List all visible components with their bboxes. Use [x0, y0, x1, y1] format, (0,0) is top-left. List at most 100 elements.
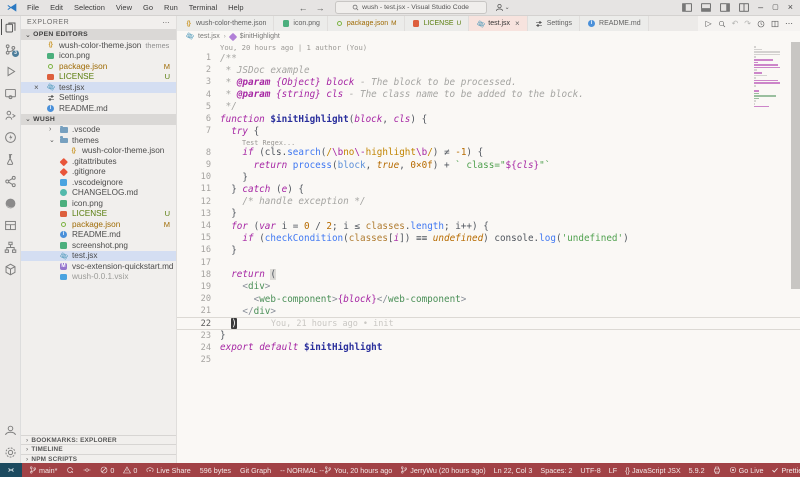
forward-arrow-icon[interactable]: →: [316, 3, 325, 13]
tab-package.json[interactable]: package.json M: [327, 16, 405, 31]
run-debug-icon[interactable]: [1, 63, 19, 79]
restore-button[interactable]: ▢: [772, 3, 779, 12]
list-item-icon.png[interactable]: icon.png: [21, 198, 176, 209]
profile-avatar[interactable]: ⌄: [495, 3, 510, 12]
status-item-git-graph[interactable]: Git Graph: [240, 466, 271, 475]
list-item-CHANGELOG.md[interactable]: CHANGELOG.md: [21, 188, 176, 199]
status-item-go-live[interactable]: Go Live: [729, 466, 763, 475]
history-icon[interactable]: [757, 20, 765, 28]
menu-help[interactable]: Help: [223, 3, 248, 12]
status-item-596-bytes[interactable]: 596 bytes: [200, 466, 231, 475]
status-item-ln-22-col-3[interactable]: Ln 22, Col 3: [494, 466, 533, 475]
list-item-themes[interactable]: ⌄ themes: [21, 135, 176, 146]
tab-test.jsx[interactable]: test.jsx ×: [469, 16, 528, 31]
code-line-15[interactable]: 15 if (checkCondition(classes[i]) ≡≡ und…: [177, 232, 800, 244]
share-icon[interactable]: [1, 173, 19, 189]
status-item-jerrywu-20-hours-ago[interactable]: JerryWu (20 hours ago): [400, 466, 486, 475]
status-item-prettier[interactable]: Prettier: [771, 466, 800, 475]
status-item-main[interactable]: main*: [29, 466, 57, 475]
tab-wush-color-theme.json[interactable]: {} wush-color-theme.json: [177, 16, 275, 31]
tab-README.md[interactable]: i README.md: [580, 16, 649, 31]
status-item-you-20-hours-ago[interactable]: You, 20 hours ago: [324, 466, 392, 475]
status-item-javascript-jsx[interactable]: {} JavaScript JSX: [625, 466, 681, 475]
code-line-11[interactable]: 11 } catch (e) {: [177, 183, 800, 195]
code-line-12[interactable]: 12 /* handle exception */: [177, 196, 800, 208]
edge-tools-icon[interactable]: [1, 195, 19, 211]
code-line-3[interactable]: 3 * @param {Object} block - The block to…: [177, 76, 800, 88]
menu-edit[interactable]: Edit: [45, 3, 68, 12]
list-item-icon.png[interactable]: icon.png: [21, 51, 176, 62]
status-item-sync[interactable]: [66, 466, 74, 474]
menu-go[interactable]: Go: [138, 3, 158, 12]
live-share-icon[interactable]: [1, 107, 19, 123]
list-item-README.md[interactable]: i README.md: [21, 230, 176, 241]
list-item-wush-color-theme.json[interactable]: {} wush-color-theme.json themes: [21, 40, 176, 51]
testing-icon[interactable]: [1, 151, 19, 167]
explorer-icon[interactable]: [0, 19, 20, 35]
menu-bar[interactable]: File Edit Selection View Go Run Terminal Help: [22, 3, 249, 12]
status-item-0[interactable]: 0: [123, 466, 137, 475]
list-item-wush-0.0.1.vsix[interactable]: wush-0.0.1.vsix: [21, 272, 176, 283]
workspace-header[interactable]: ⌄ WUSH: [21, 113, 176, 125]
back-arrow-icon[interactable]: ←: [299, 3, 308, 13]
list-item-test.jsx[interactable]: × test.jsx: [21, 82, 176, 93]
code-line-23[interactable]: 23}: [177, 330, 800, 342]
list-item-Settings[interactable]: Settings: [21, 93, 176, 104]
minimize-button[interactable]: –: [758, 3, 763, 12]
code-line-6[interactable]: 6 function $initHighlight(block, cls) {: [177, 113, 800, 125]
list-item-.gitattributes[interactable]: .gitattributes: [21, 156, 176, 167]
open-editors-header[interactable]: ⌄ OPEN EDITORS: [21, 29, 176, 40]
list-item-.vscodeignore[interactable]: .vscodeignore: [21, 177, 176, 188]
code-line-9[interactable]: 9 return process(block, true, 0×0f) + ` …: [177, 159, 800, 171]
close-button[interactable]: ×: [788, 3, 793, 12]
panel-bookmarks-explorer[interactable]: › BOOKMARKS: EXPLORER: [21, 434, 176, 445]
list-item-vsc-extension-quickstart.md[interactable]: Mvsc-extension-quickstart.md: [21, 261, 176, 272]
menu-run[interactable]: Run: [159, 3, 183, 12]
package-cube-icon[interactable]: [1, 261, 19, 277]
status-item-commit[interactable]: [83, 466, 91, 474]
menu-terminal[interactable]: Terminal: [184, 3, 222, 12]
status-item-0[interactable]: 0: [100, 466, 114, 475]
panel-timeline[interactable]: › TIMELINE: [21, 444, 176, 454]
code-line-24[interactable]: 24 export default $initHighlight: [177, 342, 800, 354]
codelens-authors[interactable]: You, 20 hours ago | 1 author (You): [177, 42, 800, 52]
status-item-5-9-2[interactable]: 5.9.2: [689, 466, 705, 475]
customize-layout-icon[interactable]: [739, 3, 749, 12]
account-icon[interactable]: [1, 422, 19, 438]
status-item-spaces-2[interactable]: Spaces: 2: [540, 466, 572, 475]
search-editor-icon[interactable]: [718, 20, 726, 28]
list-item-wush-color-theme.json[interactable]: {} wush-color-theme.json: [21, 146, 176, 157]
run-icon[interactable]: ▷: [705, 19, 711, 28]
code-line-20[interactable]: 20 <web-component>{block}</web-component…: [177, 293, 800, 305]
list-item-package.json[interactable]: package.json M: [21, 61, 176, 72]
list-item-README.md[interactable]: i README.md: [21, 103, 176, 114]
list-item-.gitignore[interactable]: .gitignore: [21, 167, 176, 178]
code-line-8[interactable]: 8 if (cls.search(/\bno\-highlight\b/) ≠ …: [177, 147, 800, 159]
list-item-.vscode[interactable]: › .vscode: [21, 125, 176, 136]
code-editor[interactable]: You, 20 hours ago | 1 author (You) 1/** 2…: [177, 42, 800, 464]
menu-selection[interactable]: Selection: [69, 3, 110, 12]
table-icon[interactable]: [1, 217, 19, 233]
tab-LICENSE[interactable]: LICENSE U: [404, 16, 470, 31]
remote-indicator[interactable]: [0, 463, 22, 477]
code-line-22[interactable]: 22 ) You, 21 hours ago • init: [177, 317, 800, 330]
list-item-test.jsx[interactable]: test.jsx: [21, 250, 176, 261]
more-icon[interactable]: ⋯: [785, 19, 793, 28]
list-item-screenshot.png[interactable]: screenshot.png: [21, 240, 176, 251]
breadcrumb[interactable]: test.jsx › $initHighlight: [177, 31, 800, 42]
history-nav[interactable]: ← →: [299, 3, 325, 13]
code-line-16[interactable]: 16 }: [177, 244, 800, 256]
codelens-test-regex[interactable]: Test Regex...: [177, 137, 800, 147]
code-line-18[interactable]: 18 return (: [177, 269, 800, 281]
close-icon[interactable]: ×: [515, 19, 520, 28]
nav-forward-icon[interactable]: ↷: [744, 19, 751, 28]
list-item-LICENSE[interactable]: LICENSE U: [21, 209, 176, 220]
status-item-live-share[interactable]: Live Share: [146, 466, 191, 475]
code-line-7[interactable]: 7 try {: [177, 125, 800, 137]
code-line-19[interactable]: 19 <div>: [177, 281, 800, 293]
nav-back-icon[interactable]: ↶: [732, 19, 739, 28]
status-item-lf[interactable]: LF: [609, 466, 617, 475]
editor-scrollbar[interactable]: [791, 42, 800, 289]
explorer-more-actions[interactable]: ⋯: [163, 19, 171, 27]
toggle-sidebar-icon[interactable]: [682, 3, 692, 12]
